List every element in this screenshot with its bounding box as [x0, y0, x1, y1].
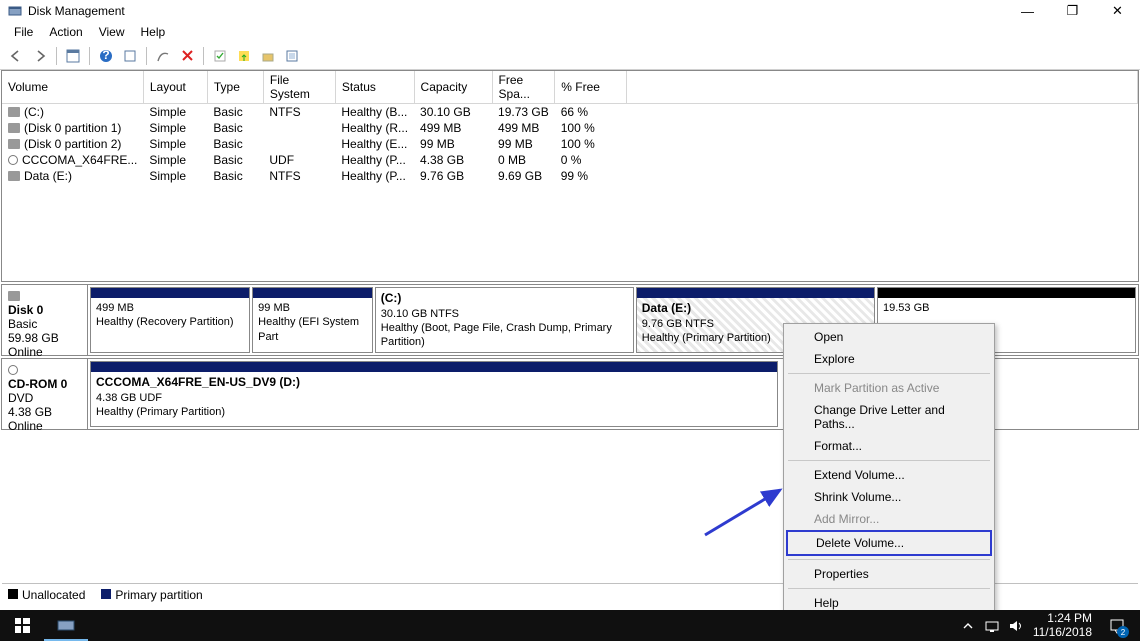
table-row[interactable]: (Disk 0 partition 2)SimpleBasicHealthy (… [2, 136, 1138, 152]
table-row[interactable]: (C:)SimpleBasicNTFSHealthy (B...30.10 GB… [2, 104, 1138, 121]
col-filesystem[interactable]: File System [263, 71, 335, 104]
legend-unallocated: Unallocated [22, 588, 85, 602]
start-button[interactable] [0, 610, 44, 641]
context-menu-item: Add Mirror... [786, 508, 992, 530]
cdrom-0-label: CD-ROM 0 DVD 4.38 GB Online [2, 359, 88, 429]
system-tray: 1:24 PM 11/16/2018 2 [961, 610, 1140, 641]
context-menu-item[interactable]: Extend Volume... [786, 464, 992, 486]
taskbar: 1:24 PM 11/16/2018 2 [0, 610, 1140, 641]
window-controls: — ❐ ✕ [1005, 0, 1140, 22]
tray-clock[interactable]: 1:24 PM 11/16/2018 [1033, 612, 1092, 638]
context-menu-item[interactable]: Delete Volume... [786, 530, 992, 556]
context-menu: OpenExplore Mark Partition as ActiveChang… [783, 323, 995, 617]
partition-block[interactable]: (C:)30.10 GB NTFSHealthy (Boot, Page Fil… [375, 287, 634, 353]
toolbar-icon-6[interactable] [258, 46, 278, 66]
close-button[interactable]: ✕ [1095, 0, 1140, 22]
toolbar-icon-2[interactable] [120, 46, 140, 66]
menu-file[interactable]: File [6, 23, 41, 41]
table-row[interactable]: (Disk 0 partition 1)SimpleBasicHealthy (… [2, 120, 1138, 136]
disk-icon [8, 291, 20, 301]
toolbar-icon-1[interactable] [63, 46, 83, 66]
col-layout[interactable]: Layout [143, 71, 207, 104]
tray-chevron-icon[interactable] [961, 619, 975, 633]
context-menu-item[interactable]: Format... [786, 435, 992, 457]
context-menu-item[interactable]: Explore [786, 348, 992, 370]
toolbar-icon-5[interactable] [234, 46, 254, 66]
col-status[interactable]: Status [335, 71, 414, 104]
col-free[interactable]: Free Spa... [492, 71, 555, 104]
titlebar: Disk Management [0, 0, 1140, 22]
partition-block[interactable]: CCCOMA_X64FRE_EN-US_DV9 (D:)4.38 GB UDFH… [90, 361, 778, 427]
window-title: Disk Management [28, 4, 125, 18]
forward-button[interactable] [30, 46, 50, 66]
menu-view[interactable]: View [91, 23, 133, 41]
context-menu-item[interactable]: Properties [786, 563, 992, 585]
col-pctfree[interactable]: % Free [555, 71, 627, 104]
context-menu-item[interactable]: Shrink Volume... [786, 486, 992, 508]
partition-block[interactable]: 99 MBHealthy (EFI System Part [252, 287, 373, 353]
legend-swatch-primary [101, 589, 111, 599]
back-button[interactable] [6, 46, 26, 66]
maximize-button[interactable]: ❐ [1050, 0, 1095, 22]
annotation-arrow [700, 480, 790, 540]
context-menu-item[interactable]: Change Drive Letter and Paths... [786, 399, 992, 435]
disk-0-label: Disk 0 Basic 59.98 GB Online [2, 285, 88, 355]
toolbar: ? [0, 42, 1140, 70]
col-type[interactable]: Type [207, 71, 263, 104]
tray-network-icon[interactable] [985, 619, 999, 633]
context-menu-item[interactable]: Open [786, 326, 992, 348]
volume-list[interactable]: Volume Layout Type File System Status Ca… [1, 70, 1139, 282]
svg-text:?: ? [102, 49, 109, 62]
legend-primary: Primary partition [115, 588, 202, 602]
taskbar-app-diskmgmt[interactable] [44, 610, 88, 641]
menubar: File Action View Help [0, 22, 1140, 42]
toolbar-icon-3[interactable] [153, 46, 173, 66]
cd-icon [8, 365, 18, 375]
notification-badge: 2 [1117, 626, 1129, 638]
toolbar-icon-4[interactable] [210, 46, 230, 66]
table-row[interactable]: CCCOMA_X64FRE...SimpleBasicUDFHealthy (P… [2, 152, 1138, 168]
delete-icon[interactable] [177, 46, 197, 66]
column-header-row[interactable]: Volume Layout Type File System Status Ca… [2, 71, 1138, 104]
legend-swatch-unallocated [8, 589, 18, 599]
col-volume[interactable]: Volume [2, 71, 143, 104]
col-capacity[interactable]: Capacity [414, 71, 492, 104]
partition-block[interactable]: 499 MBHealthy (Recovery Partition) [90, 287, 250, 353]
menu-help[interactable]: Help [133, 23, 174, 41]
menu-action[interactable]: Action [41, 23, 90, 41]
notification-button[interactable]: 2 [1102, 610, 1132, 641]
app-icon [8, 4, 22, 18]
help-icon[interactable]: ? [96, 46, 116, 66]
toolbar-icon-7[interactable] [282, 46, 302, 66]
tray-date: 11/16/2018 [1033, 626, 1092, 639]
context-menu-item: Mark Partition as Active [786, 377, 992, 399]
tray-time: 1:24 PM [1033, 612, 1092, 625]
table-row[interactable]: Data (E:)SimpleBasicNTFSHealthy (P...9.7… [2, 168, 1138, 184]
minimize-button[interactable]: — [1005, 0, 1050, 22]
tray-volume-icon[interactable] [1009, 619, 1023, 633]
